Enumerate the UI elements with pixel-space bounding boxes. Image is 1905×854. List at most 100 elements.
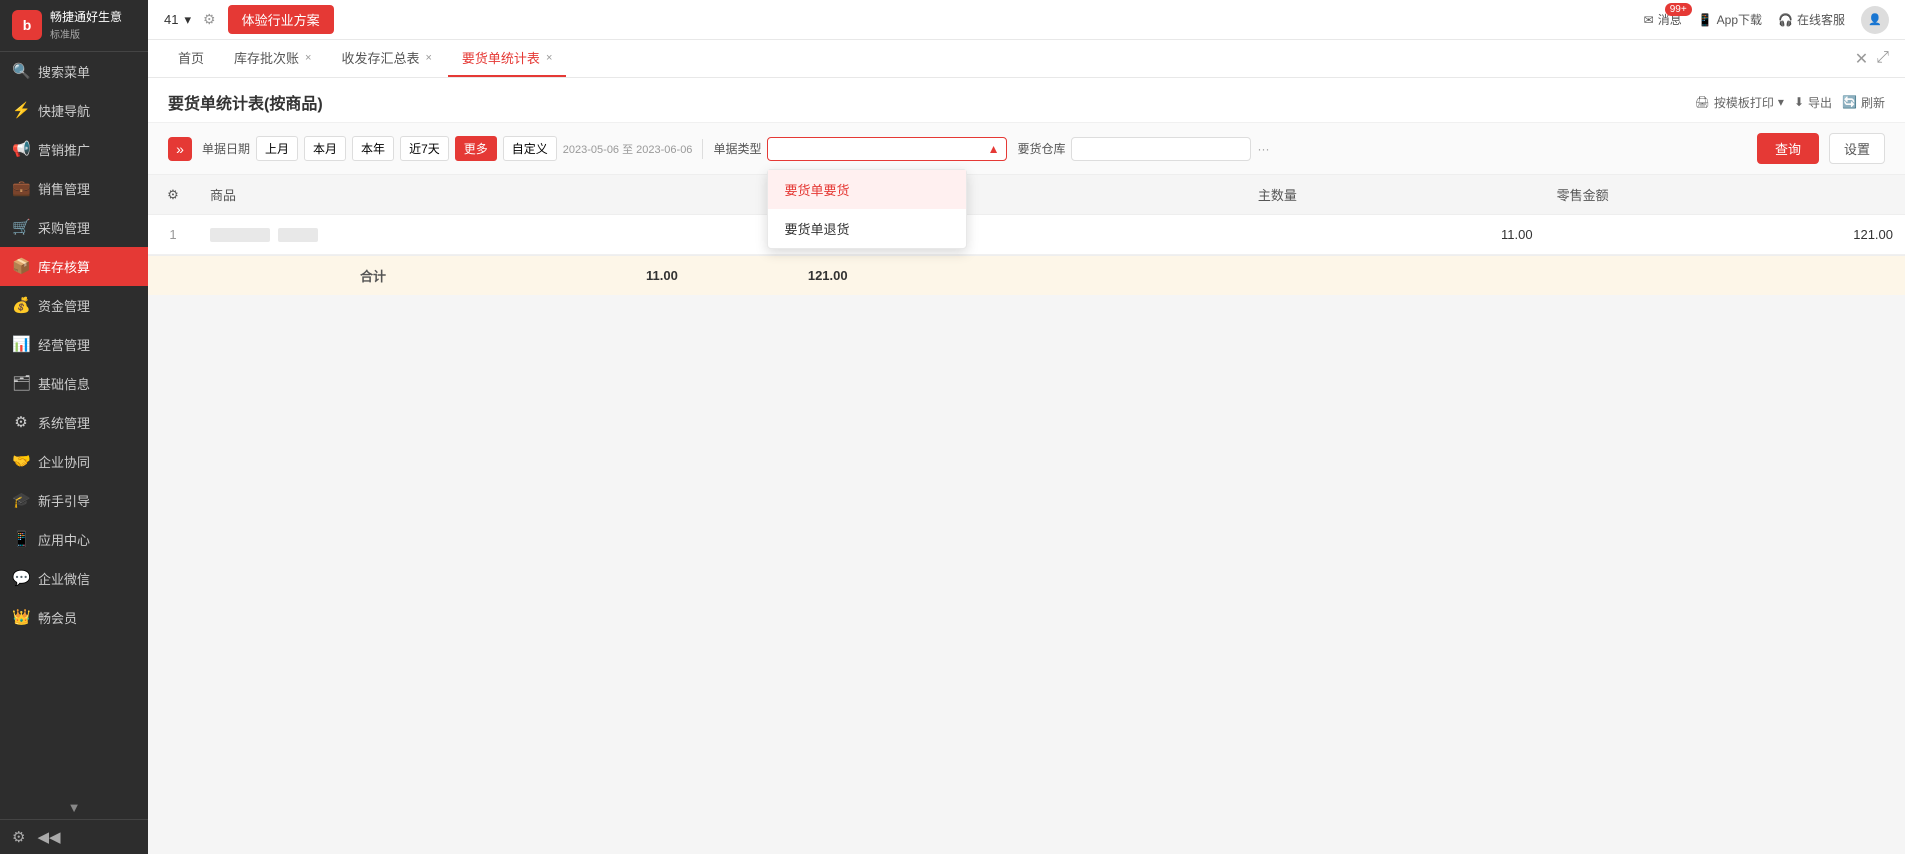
newbie-icon: 🎓 [12, 491, 30, 509]
apps-icon: 📱 [12, 530, 30, 548]
page-container: 要货单统计表(按商品) 🖨 按模板打印 ▾ ⬇ 导出 🔄 刷新 [148, 78, 1905, 295]
sidebar-item-label: 基础信息 [38, 374, 90, 393]
date-btn-this-year[interactable]: 本年 [352, 136, 394, 161]
sidebar-item-member[interactable]: 👑 畅会员 [0, 598, 148, 637]
settings-bottom-icon[interactable]: ⚙ [12, 828, 25, 846]
company-selector[interactable]: 41 ▾ [164, 12, 191, 28]
expand-icon[interactable]: ⤢ [1876, 49, 1889, 69]
dropdown-arrow-icon[interactable]: ▲ [988, 142, 1000, 156]
page-body: 要货单统计表(按商品) 🖨 按模板打印 ▾ ⬇ 导出 🔄 刷新 [148, 78, 1905, 854]
type-select-input[interactable] [767, 137, 1007, 161]
messages-badge: 99+ [1665, 3, 1692, 16]
sidebar-bottom: ⚙ ◀◀ [0, 819, 148, 854]
sidebar-menu: 🔍 搜索菜单 ⚡ 快捷导航 📢 营销推广 💼 销售管理 🛒 采购管理 📦 库存核… [0, 52, 148, 796]
avatar[interactable]: 👤 [1861, 6, 1889, 34]
sidebar-item-operations[interactable]: 📊 经营管理 [0, 325, 148, 364]
date-btn-this-month[interactable]: 本月 [304, 136, 346, 161]
row-index: 1 [148, 215, 198, 255]
operations-icon: 📊 [12, 335, 30, 353]
tab-receive-summary[interactable]: 收发存汇总表 × [327, 40, 445, 77]
headset-icon: 🎧 [1778, 13, 1793, 27]
online-service-btn[interactable]: 🎧 在线客服 [1778, 11, 1845, 28]
tab-label: 要货单统计表 [462, 48, 540, 67]
table-footer: 合计 11.00 121.00 [148, 255, 1905, 295]
phone-icon: 📱 [1698, 13, 1713, 27]
messages-btn[interactable]: ✉ 消息 99+ [1644, 11, 1682, 28]
sidebar-item-finance[interactable]: 💰 资金管理 [0, 286, 148, 325]
sidebar-item-label: 系统管理 [38, 413, 90, 432]
flash-icon: ⚡ [12, 101, 30, 119]
filter-expand-button[interactable]: » [168, 137, 192, 161]
date-btn-last-month[interactable]: 上月 [256, 136, 298, 161]
date-btn-custom[interactable]: 自定义 [503, 136, 557, 161]
query-button[interactable]: 查询 [1757, 133, 1819, 164]
print-label: 按模板打印 [1714, 94, 1774, 111]
logo-icon: b [12, 10, 42, 40]
date-btn-more[interactable]: 更多 [455, 136, 497, 161]
sidebar-item-label: 畅会员 [38, 608, 77, 627]
date-filter-group: 单据日期 上月 本月 本年 近7天 更多 自定义 2023-05-06 至 20… [202, 136, 692, 161]
sidebar-item-system[interactable]: ⚙ 系统管理 [0, 403, 148, 442]
tab-close-icon[interactable]: × [425, 52, 431, 64]
search-icon: 🔍 [12, 62, 30, 80]
tab-home[interactable]: 首页 [164, 40, 218, 77]
sidebar-item-wechat[interactable]: 💬 企业微信 [0, 559, 148, 598]
sidebar-item-apps[interactable]: 📱 应用中心 [0, 520, 148, 559]
sidebar-item-marketing[interactable]: 📢 营销推广 [0, 130, 148, 169]
page-actions: 🖨 按模板打印 ▾ ⬇ 导出 🔄 刷新 [1695, 94, 1885, 111]
settings-col-icon: ⚙ [167, 187, 179, 202]
sidebar-item-label: 资金管理 [38, 296, 90, 315]
chevron-down-icon: ▾ [1778, 95, 1784, 109]
sidebar-item-label: 库存核算 [38, 257, 90, 276]
date-range-display: 2023-05-06 至 2023-06-06 [563, 141, 693, 157]
print-button[interactable]: 🖨 按模板打印 ▾ [1695, 94, 1784, 111]
sidebar-item-label: 新手引导 [38, 491, 90, 510]
product-name-placeholder2 [278, 228, 318, 242]
header-settings-icon[interactable]: ⚙ [203, 11, 216, 28]
sidebar: b 畅捷通好生意 标准版 🔍 搜索菜单 ⚡ 快捷导航 📢 营销推广 💼 销售管理… [0, 0, 148, 854]
data-table: ⚙ 商品 主计量单位 主数量 零售金额 1 [148, 175, 1905, 255]
app-download-btn[interactable]: 📱 App下载 [1698, 11, 1762, 28]
avatar-icon: 👤 [1868, 13, 1882, 26]
warehouse-filter-group: 要货仓库 ··· [1017, 137, 1269, 161]
date-btn-7days[interactable]: 近7天 [400, 136, 449, 161]
set-button[interactable]: 设置 [1829, 133, 1885, 164]
top-header: 41 ▾ ⚙ 体验行业方案 ✉ 消息 99+ 📱 App下载 🎧 在线客服 👤 [148, 0, 1905, 40]
sidebar-item-shortcut[interactable]: ⚡ 快捷导航 [0, 91, 148, 130]
settings-column-header[interactable]: ⚙ [148, 175, 198, 215]
sidebar-scroll-down[interactable]: ▼ [0, 796, 148, 819]
footer-total-amount: 121.00 [808, 268, 848, 283]
tab-close-icon[interactable]: × [546, 52, 552, 64]
warehouse-input[interactable] [1071, 137, 1251, 161]
collapse-icon[interactable]: ◀◀ [37, 828, 60, 846]
marketing-icon: 📢 [12, 140, 30, 158]
wechat-icon: 💬 [12, 569, 30, 587]
sidebar-item-search[interactable]: 🔍 搜索菜单 [0, 52, 148, 91]
sidebar-item-basic[interactable]: 🗂 基础信息 [0, 364, 148, 403]
page-title-bar: 要货单统计表(按商品) 🖨 按模板打印 ▾ ⬇ 导出 🔄 刷新 [148, 78, 1905, 123]
tab-label: 收发存汇总表 [341, 48, 419, 67]
sidebar-item-enterprise[interactable]: 🤝 企业协同 [0, 442, 148, 481]
tab-close-icon[interactable]: × [305, 52, 311, 64]
sidebar-item-sales[interactable]: 💼 销售管理 [0, 169, 148, 208]
warehouse-dots-icon[interactable]: ··· [1257, 142, 1269, 156]
refresh-button[interactable]: 🔄 刷新 [1842, 94, 1885, 111]
row-amount: 121.00 [1545, 215, 1905, 255]
tab-label: 库存批次账 [234, 48, 299, 67]
sidebar-item-label: 销售管理 [38, 179, 90, 198]
sidebar-item-newbie[interactable]: 🎓 新手引导 [0, 481, 148, 520]
tab-order-summary[interactable]: 要货单统计表 × [448, 40, 566, 77]
sidebar-item-inventory[interactable]: 📦 库存核算 [0, 247, 148, 286]
trial-button[interactable]: 体验行业方案 [228, 5, 334, 34]
sidebar-item-purchase[interactable]: 🛒 采购管理 [0, 208, 148, 247]
qty-column-header: 主数量 [1246, 175, 1545, 215]
tab-inventory-batch[interactable]: 库存批次账 × [220, 40, 325, 77]
dropdown-item-order-goods[interactable]: 要货单要货 [768, 170, 966, 209]
close-all-icon[interactable]: ✕ [1855, 49, 1868, 69]
print-icon: 🖨 [1695, 95, 1710, 109]
system-icon: ⚙ [12, 413, 30, 431]
table-header-row: ⚙ 商品 主计量单位 主数量 零售金额 [148, 175, 1905, 215]
export-button[interactable]: ⬇ 导出 [1794, 94, 1832, 111]
dropdown-item-order-return[interactable]: 要货单退货 [768, 209, 966, 248]
warehouse-filter-label: 要货仓库 [1017, 140, 1065, 157]
